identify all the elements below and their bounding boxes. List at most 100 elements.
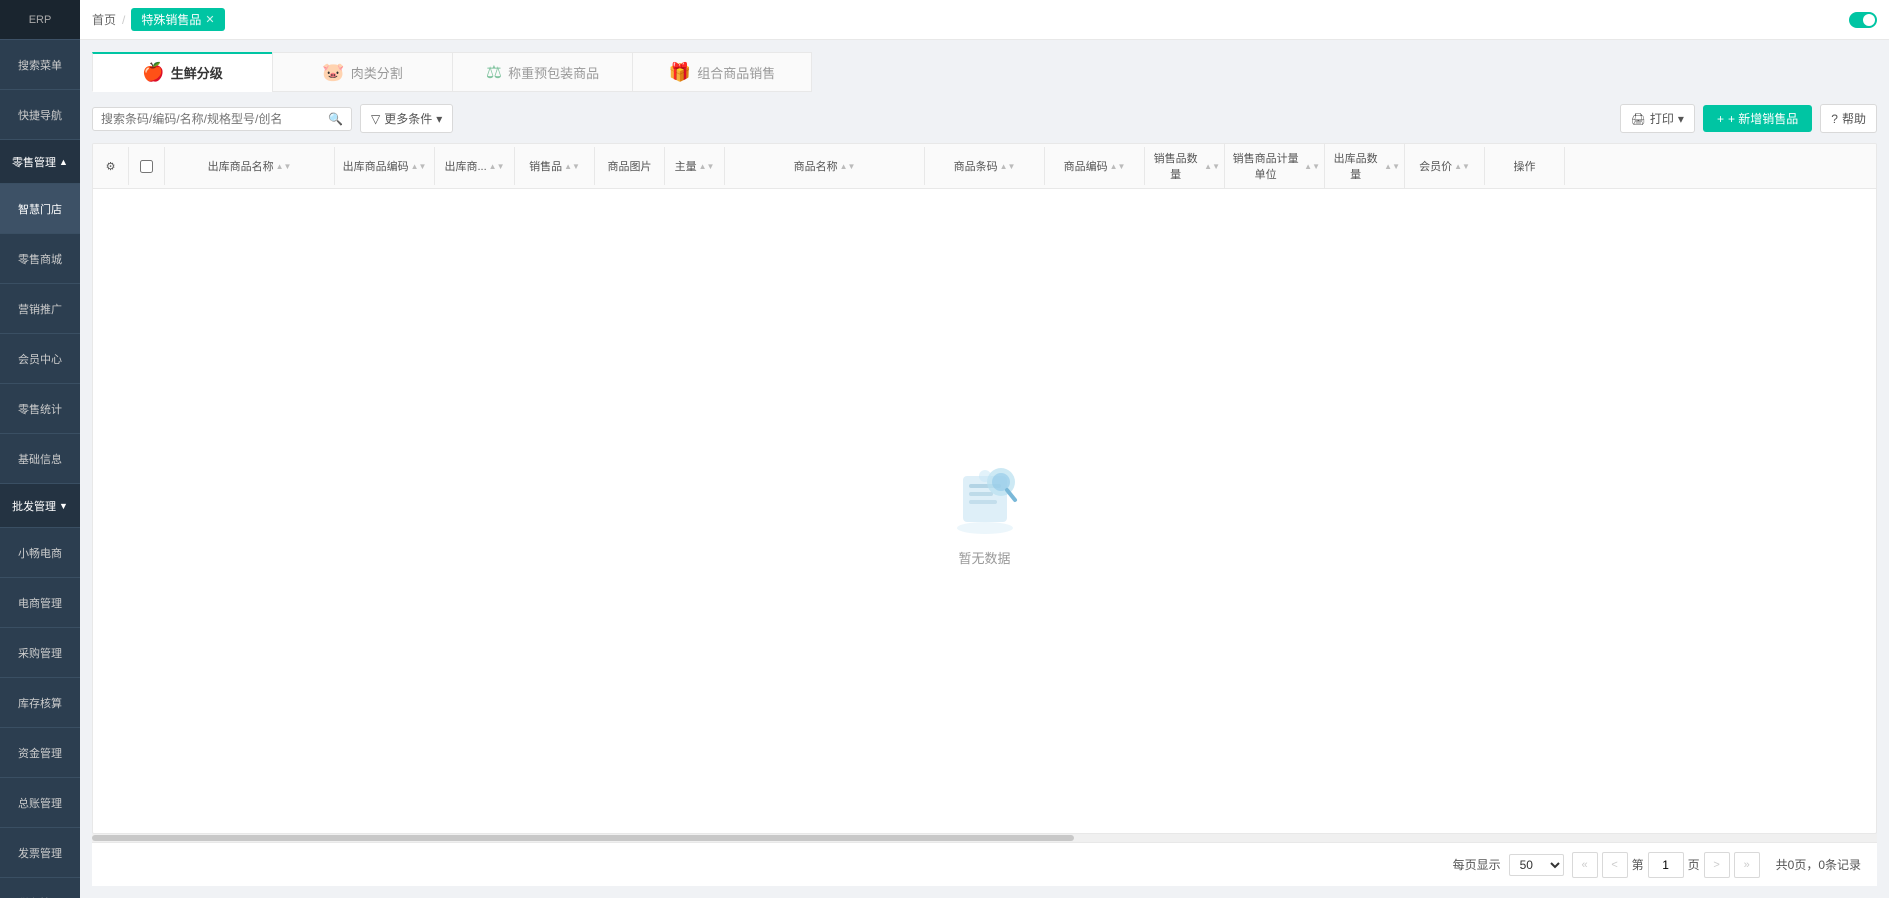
select-all-checkbox[interactable] (140, 160, 153, 173)
tab-scale-pkg[interactable]: ⚖ 称重预包装商品 (452, 52, 632, 92)
scrollbar-thumb[interactable] (92, 835, 1074, 841)
tab-label: 生鲜分级 (171, 63, 223, 82)
sidebar-item-mini-ecom[interactable]: 小畅电商 (0, 528, 80, 578)
sort-icon[interactable]: ▲▼ (564, 162, 580, 171)
horizontal-scrollbar[interactable] (92, 834, 1877, 842)
sort-icon[interactable]: ▲▼ (1110, 162, 1126, 171)
sidebar-item-label: 资金管理 (18, 745, 62, 761)
sidebar-item-label: 营销推广 (18, 301, 62, 317)
chevron-down-icon: ▼ (59, 501, 68, 511)
sidebar-item-label: 零售商城 (18, 251, 62, 267)
breadcrumb-home[interactable]: 首页 (92, 11, 116, 28)
last-page-button[interactable]: » (1734, 852, 1760, 878)
sort-icon[interactable]: ▲▼ (1000, 162, 1016, 171)
th-settings[interactable]: ⚙ (93, 147, 129, 185)
sidebar-item-ecom-mgmt[interactable]: 电商管理 (0, 578, 80, 628)
th-ops: 操作 (1485, 147, 1565, 185)
combo-icon: 🎁 (669, 62, 691, 83)
sidebar-item-tax[interactable]: 税务管理 (0, 878, 80, 898)
print-icon: 🖨 (1631, 112, 1646, 126)
new-item-button[interactable]: + + 新增销售品 (1703, 105, 1812, 132)
sort-icon[interactable]: ▲▼ (1204, 162, 1220, 171)
toolbar-right: 🖨 打印 ▾ + + 新增销售品 ? 帮助 (1620, 104, 1877, 133)
breadcrumb-current-tab[interactable]: 特殊销售品 ✕ (131, 8, 224, 31)
sidebar-item-purchase[interactable]: 采购管理 (0, 628, 80, 678)
sidebar-item-gl[interactable]: 总账管理 (0, 778, 80, 828)
prev-page-button[interactable]: < (1602, 852, 1628, 878)
sidebar-item-marketing[interactable]: 营销推广 (0, 284, 80, 334)
sidebar-item-label: 库存核算 (18, 695, 62, 711)
page-label: 第 (1632, 856, 1644, 873)
tab-label: 肉类分割 (351, 63, 403, 82)
sort-icon[interactable]: ▲▼ (1454, 162, 1470, 171)
sort-icon[interactable]: ▲▼ (276, 162, 292, 171)
th-sale-qty: 销售品数量 ▲▼ (1145, 144, 1225, 188)
data-table: ⚙ 出库商品名称 ▲▼ 出库商品编码 ▲▼ 出库商... ▲▼ (92, 143, 1877, 834)
filter-button[interactable]: ▽ 更多条件 ▾ (360, 104, 453, 133)
sidebar-section-label-text: 批发管理 (12, 498, 56, 514)
new-item-label: + 新增销售品 (1728, 110, 1798, 127)
fresh-icon: 🍎 (142, 62, 164, 83)
page-number-input[interactable] (1648, 852, 1684, 878)
sidebar-item-invoice[interactable]: 发票管理 (0, 828, 80, 878)
tab-combo[interactable]: 🎁 组合商品销售 (632, 52, 812, 92)
sort-icon[interactable]: ▲▼ (840, 162, 856, 171)
search-input[interactable] (101, 112, 328, 126)
th-checkbox[interactable] (129, 147, 165, 185)
sidebar-item-label: 采购管理 (18, 645, 62, 661)
sidebar-item-retail-mall[interactable]: 零售商城 (0, 234, 80, 284)
search-icon[interactable]: 🔍 (328, 112, 343, 126)
chevron-down-icon: ▾ (436, 112, 442, 126)
sidebar-item-quick-nav[interactable]: 快捷导航 (0, 90, 80, 140)
page-info: 共0页，0条记录 (1776, 856, 1861, 873)
th-weight: 主量 ▲▼ (665, 147, 725, 185)
sidebar-item-inventory[interactable]: 库存核算 (0, 678, 80, 728)
main-content: 首页 / 特殊销售品 ✕ 🍎 生鲜分级 🐷 肉类分割 ⚖ 称重预包装商品 (80, 0, 1889, 898)
filter-label: 更多条件 (384, 110, 432, 127)
page-content: 🍎 生鲜分级 🐷 肉类分割 ⚖ 称重预包装商品 🎁 组合商品销售 🔍 (80, 40, 1889, 898)
sidebar-section-label-text: 零售管理 (12, 154, 56, 170)
toggle-switch[interactable] (1849, 12, 1877, 28)
pagination: 每页显示 50 10 20 100 « < 第 页 > » 共0页，0条记录 (92, 842, 1877, 886)
topbar-right (1849, 12, 1877, 28)
meat-icon: 🐷 (322, 62, 344, 83)
question-icon: ? (1831, 112, 1838, 126)
first-page-button[interactable]: « (1572, 852, 1598, 878)
tab-fresh-grade[interactable]: 🍎 生鲜分级 (92, 52, 272, 92)
sort-icon[interactable]: ▲▼ (1384, 162, 1400, 171)
sort-icon[interactable]: ▲▼ (411, 162, 427, 171)
sidebar-item-label: 智慧门店 (18, 201, 62, 217)
tab-bar: 🍎 生鲜分级 🐷 肉类分割 ⚖ 称重预包装商品 🎁 组合商品销售 (92, 52, 1877, 92)
sort-icon[interactable]: ▲▼ (699, 162, 715, 171)
sidebar-item-label: 快捷导航 (18, 107, 62, 123)
help-button[interactable]: ? 帮助 (1820, 104, 1877, 133)
sidebar-item-search-menu[interactable]: 搜索菜单 (0, 40, 80, 90)
settings-icon: ⚙ (106, 160, 116, 173)
next-page-button[interactable]: > (1704, 852, 1730, 878)
table-header: ⚙ 出库商品名称 ▲▼ 出库商品编码 ▲▼ 出库商... ▲▼ (93, 144, 1876, 189)
page-size-select[interactable]: 50 10 20 100 (1509, 854, 1564, 876)
sidebar-item-retail-stats[interactable]: 零售统计 (0, 384, 80, 434)
search-box[interactable]: 🔍 (92, 107, 352, 131)
sidebar-item-finance[interactable]: 资金管理 (0, 728, 80, 778)
close-icon[interactable]: ✕ (205, 13, 214, 26)
sidebar-item-basic-info[interactable]: 基础信息 (0, 434, 80, 484)
tab-meat-cut[interactable]: 🐷 肉类分割 (272, 52, 452, 92)
sidebar-item-member[interactable]: 会员中心 (0, 334, 80, 384)
sort-icon[interactable]: ▲▼ (489, 162, 505, 171)
th-out-name: 出库商品名称 ▲▼ (165, 147, 335, 185)
filter-icon: ▽ (371, 112, 380, 126)
empty-text: 暂无数据 (958, 548, 1010, 567)
sidebar-section-retail[interactable]: 零售管理 ▲ (0, 140, 80, 184)
sidebar-section-wholesale[interactable]: 批发管理 ▼ (0, 484, 80, 528)
th-barcode: 商品条码 ▲▼ (925, 147, 1045, 185)
sidebar-item-label: 小畅电商 (18, 545, 62, 561)
page-size-label: 每页显示 (1453, 856, 1501, 873)
th-sku: 商品编码 ▲▼ (1045, 147, 1145, 185)
sort-icon[interactable]: ▲▼ (1304, 162, 1320, 171)
tab-label: 称重预包装商品 (508, 63, 599, 82)
sidebar-item-smart-store[interactable]: 智慧门店 (0, 184, 80, 234)
print-button[interactable]: 🖨 打印 ▾ (1620, 104, 1695, 133)
app-logo: ERP (0, 0, 80, 40)
plus-icon: + (1717, 112, 1724, 126)
